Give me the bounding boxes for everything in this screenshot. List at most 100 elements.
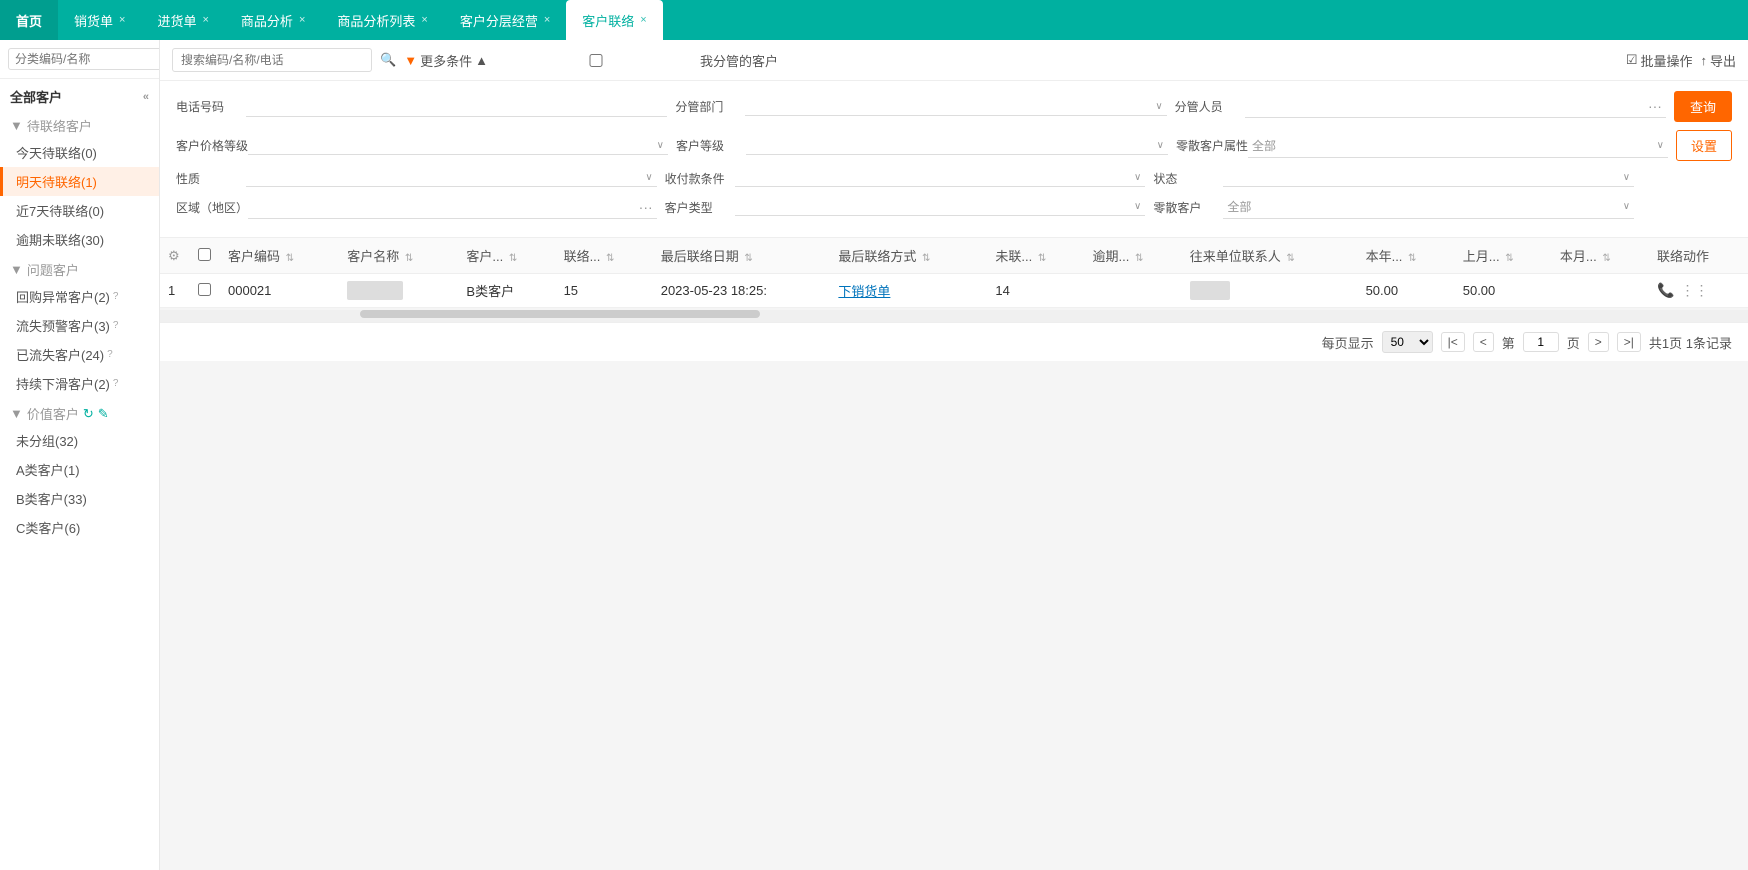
set-button[interactable]: 设置: [1676, 130, 1732, 161]
td-last-month: 50.00: [1455, 274, 1552, 308]
sidebar-collapse-icon[interactable]: «: [143, 91, 149, 103]
th-checkbox: [190, 238, 220, 274]
funnel-icon: ▼: [404, 53, 417, 68]
td-unit-contact: [1182, 274, 1358, 308]
sidebar-item-tomorrow-pending[interactable]: 明天待联络(1): [0, 167, 159, 196]
sidebar-item-ungrouped[interactable]: 未分组(32): [0, 426, 159, 455]
sort-year-icon[interactable]: ⇅: [1408, 253, 1416, 264]
region-dots-icon[interactable]: ···: [639, 199, 653, 215]
cust-type-field: 客户类型 ∨: [665, 198, 1146, 216]
nav-product-analysis[interactable]: 商品分析 ×: [225, 0, 321, 40]
more-conditions-btn[interactable]: ▼ 更多条件 ▲: [404, 51, 488, 70]
sidebar-item-b-class[interactable]: B类客户(33): [0, 484, 159, 513]
close-product-analysis[interactable]: ×: [299, 14, 305, 26]
sidebar-item-churn-warning[interactable]: 流失预警客户(3) ?: [0, 311, 159, 340]
value-edit-icon[interactable]: ✎: [98, 406, 109, 422]
sidebar-item-7days-pending[interactable]: 近7天待联络(0): [0, 196, 159, 225]
last-page-btn[interactable]: >|: [1617, 332, 1641, 352]
page-size-select[interactable]: 50 100 200: [1382, 331, 1433, 353]
sidebar-search-input[interactable]: [8, 48, 160, 70]
nav-sales-order[interactable]: 销货单 ×: [58, 0, 141, 40]
close-sales-order[interactable]: ×: [119, 14, 125, 26]
nav-customer-contact[interactable]: 客户联络 ×: [566, 0, 662, 40]
my-customers-check[interactable]: [496, 54, 696, 67]
sidebar-item-declining[interactable]: 持续下滑客户(2) ?: [0, 369, 159, 398]
adv-filter-row3: 性质 ∨ 收付款条件 ∨ 状态: [176, 169, 1732, 187]
dept-select[interactable]: ∨: [745, 98, 1166, 116]
sort-name-icon[interactable]: ⇅: [405, 253, 413, 264]
price-level-label: 客户价格等级: [176, 137, 248, 154]
sort-lmonth-icon[interactable]: ⇅: [1505, 253, 1513, 264]
nav-purchase-order[interactable]: 进货单 ×: [141, 0, 224, 40]
table-wrapper: ⚙ 客户编码 ⇅ 客户名称 ⇅: [160, 238, 1748, 308]
close-product-analysis-list[interactable]: ×: [421, 14, 427, 26]
contact-method-link[interactable]: 下销货单: [838, 284, 890, 299]
region-label: 区域（地区）: [176, 199, 248, 216]
sort-contact-icon[interactable]: ⇅: [606, 253, 614, 264]
cust-type-select[interactable]: ∨: [735, 198, 1146, 216]
close-purchase-order[interactable]: ×: [202, 14, 208, 26]
nav-product-analysis-list[interactable]: 商品分析列表 ×: [321, 0, 443, 40]
sidebar-item-c-class[interactable]: C类客户(6): [0, 513, 159, 542]
status-select[interactable]: ∨: [1223, 169, 1634, 187]
price-level-select[interactable]: ∨: [248, 137, 668, 155]
query-button[interactable]: 查询: [1674, 91, 1732, 122]
th-name: 客户名称 ⇅: [339, 238, 458, 274]
td-no-contact: 14: [987, 274, 1084, 308]
region-select[interactable]: ···: [248, 196, 657, 219]
search-input[interactable]: [172, 48, 372, 72]
payment-select[interactable]: ∨: [735, 169, 1146, 187]
nature-select[interactable]: ∨: [246, 169, 657, 187]
sort-type-icon[interactable]: ⇅: [509, 253, 517, 264]
value-refresh-icon[interactable]: ↻: [83, 406, 94, 422]
sidebar-item-churned[interactable]: 已流失客户(24) ?: [0, 340, 159, 369]
prev-page-btn[interactable]: <: [1473, 332, 1494, 352]
row-checkbox[interactable]: [198, 283, 211, 296]
close-customer-layering[interactable]: ×: [544, 14, 550, 26]
my-customers-checkbox[interactable]: 我分管的客户: [496, 51, 778, 70]
sort-overdue-icon[interactable]: ⇅: [1135, 253, 1143, 264]
pending-arrow-icon: ▼: [10, 118, 23, 133]
cust-level-select[interactable]: ∨: [746, 137, 1168, 155]
sort-no-contact-icon[interactable]: ⇅: [1038, 253, 1046, 264]
th-gear: ⚙: [160, 238, 190, 274]
person-select[interactable]: ···: [1245, 95, 1666, 118]
horizontal-scrollbar[interactable]: [160, 310, 1748, 322]
person-dots-icon[interactable]: ···: [1648, 98, 1662, 114]
th-this-year: 本年... ⇅: [1358, 238, 1455, 274]
batch-op-btn[interactable]: ☑ 批量操作: [1626, 51, 1693, 70]
nav-customer-layering[interactable]: 客户分层经营 ×: [444, 0, 566, 40]
phone-action-icon[interactable]: 📞: [1657, 282, 1674, 299]
gear-icon[interactable]: ⚙: [168, 248, 180, 263]
select-all-checkbox[interactable]: [198, 248, 211, 261]
more-action-icon[interactable]: ⋮⋮: [1680, 282, 1708, 299]
table-row: 1 000021 Ea B类客户 15 2023-05-23 18:25: 下销…: [160, 274, 1748, 308]
sort-code-icon[interactable]: ⇅: [286, 253, 294, 264]
page-size-label: 每页显示: [1322, 333, 1374, 352]
value-arrow-icon: ▼: [10, 406, 23, 421]
close-customer-contact[interactable]: ×: [640, 14, 646, 26]
sort-date-icon[interactable]: ⇅: [744, 253, 752, 264]
adv-filter-row1: 电话号码 分管部门 ∨ 分管人员 ··· 查: [176, 91, 1732, 122]
sort-unit-icon[interactable]: ⇅: [1286, 253, 1294, 264]
sidebar-item-a-class[interactable]: A类客户(1): [0, 455, 159, 484]
sidebar-item-today-pending[interactable]: 今天待联络(0): [0, 138, 159, 167]
phone-input[interactable]: [246, 96, 667, 117]
retail-cust-select[interactable]: 全部 ∨: [1223, 195, 1634, 219]
cust-type-chevron-icon: ∨: [1134, 201, 1141, 212]
retail-attr-select[interactable]: 全部 ∨: [1248, 134, 1668, 158]
sort-tmonth-icon[interactable]: ⇅: [1602, 253, 1610, 264]
first-page-btn[interactable]: |<: [1441, 332, 1465, 352]
next-page-btn[interactable]: >: [1588, 332, 1609, 352]
export-btn[interactable]: ↑ 导出: [1700, 51, 1736, 70]
retail-attr-label: 零散客户属性: [1176, 137, 1248, 154]
sidebar-item-overdue-pending[interactable]: 逾期未联络(30): [0, 225, 159, 254]
sort-method-icon[interactable]: ⇅: [922, 253, 930, 264]
filter-search-icon[interactable]: 🔍: [380, 52, 396, 68]
nav-home[interactable]: 首页: [0, 0, 58, 40]
page-number-input[interactable]: [1523, 332, 1559, 352]
sidebar-item-repurchase-abnormal[interactable]: 回购异常客户(2) ?: [0, 282, 159, 311]
dept-field: 分管部门 ∨: [675, 98, 1166, 116]
table-header-row: ⚙ 客户编码 ⇅ 客户名称 ⇅: [160, 238, 1748, 274]
help-icon-churn-warning: ?: [113, 320, 119, 331]
